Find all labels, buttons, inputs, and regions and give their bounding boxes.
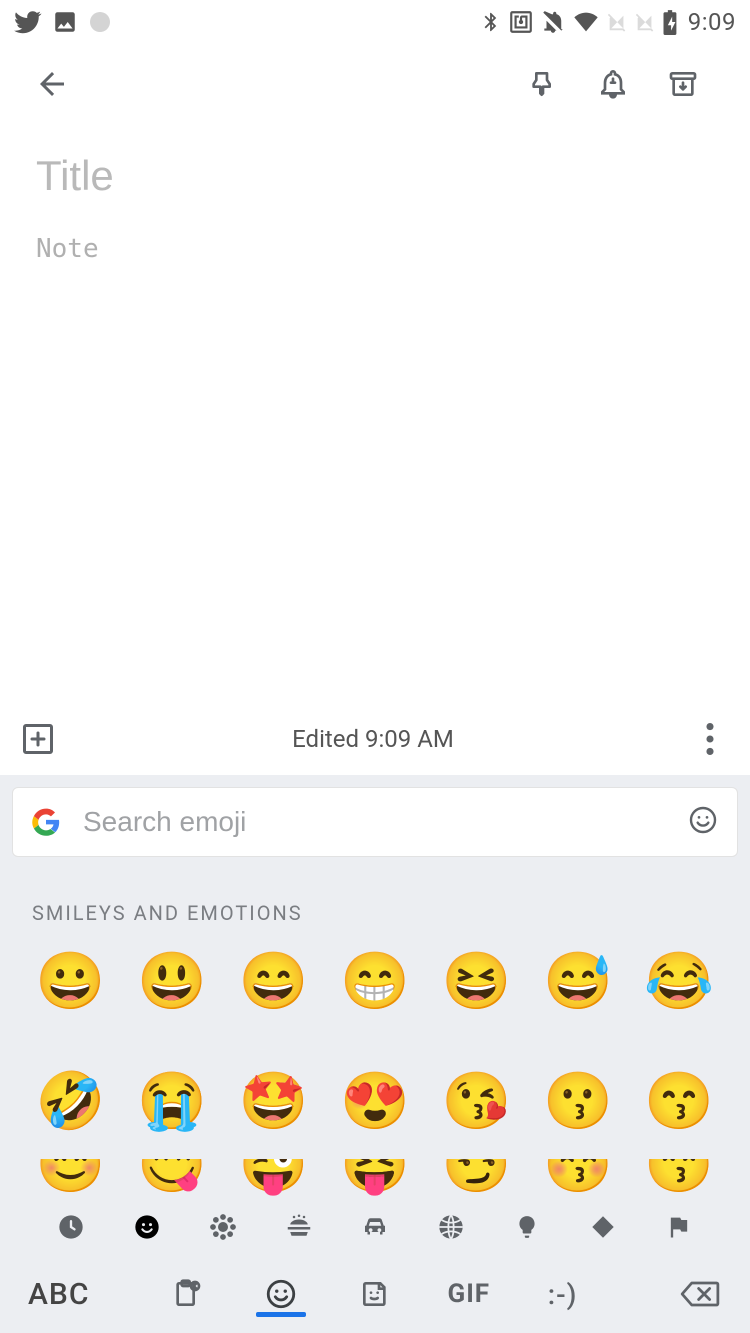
edited-timestamp: Edited 9:09 AM [56,725,690,753]
emoji[interactable]: 😍 [324,1063,425,1139]
emoji[interactable]: 😙 [629,1063,730,1139]
wifi-icon [572,10,600,34]
emoji-search-input[interactable] [83,806,687,838]
emoji[interactable]: 😗 [527,1063,628,1139]
emoji-category-strip [0,1199,750,1255]
note-input[interactable] [36,234,714,264]
emoji[interactable]: 🤣 [20,1063,121,1139]
category-food-icon[interactable] [279,1212,319,1242]
emoji[interactable]: 😊 [20,1159,121,1199]
category-travel-icon[interactable] [355,1212,395,1242]
emoji[interactable]: 😃 [121,943,222,1019]
category-objects-icon[interactable] [507,1212,547,1242]
no-sim-2-icon [634,9,656,35]
emoji[interactable]: 😏 [426,1159,527,1199]
emoji[interactable]: 😜 [223,1159,324,1199]
emoji[interactable]: 😀 [20,943,121,1019]
category-symbols-icon[interactable] [583,1214,623,1240]
twitter-icon [14,8,42,36]
note-editor [0,124,750,711]
mode-gif-button[interactable]: GIF [422,1279,516,1309]
editor-bottom-bar: Edited 9:09 AM [0,711,750,775]
emoji[interactable]: 😘 [426,1063,527,1139]
pin-button[interactable] [508,68,578,100]
emoji[interactable]: 😝 [324,1159,425,1199]
emoji-happy-icon[interactable] [687,804,719,840]
title-input[interactable] [36,152,714,200]
backspace-button[interactable] [609,1276,722,1312]
status-bar: 9:09 [0,0,750,44]
emoji-keyboard: SMILEYS AND EMOTIONS 😀 😃 😄 😁 😆 😅 😂 🤣 😭 🤩… [0,775,750,1333]
category-recent-icon[interactable] [51,1213,91,1241]
mode-emoticon-button[interactable]: :-) [516,1278,610,1311]
emoji[interactable]: 🤩 [223,1063,324,1139]
mode-sticker-button[interactable] [328,1278,422,1310]
emoji-category-header: SMILEYS AND EMOTIONS [0,857,750,943]
emoji[interactable]: 😭 [121,1063,222,1139]
mode-emoji-button[interactable] [234,1277,328,1311]
emoji[interactable]: 😄 [223,943,324,1019]
emoji[interactable]: 😁 [324,943,425,1019]
emoji[interactable]: 😆 [426,943,527,1019]
mode-clipboard-button[interactable] [141,1278,235,1310]
app-bar [0,44,750,124]
add-button[interactable] [20,721,56,757]
battery-charging-icon [662,9,678,35]
no-sim-icon [606,9,628,35]
category-activities-icon[interactable] [431,1213,471,1241]
emoji[interactable]: 😚 [527,1159,628,1199]
status-time: 9:09 [688,8,736,36]
category-nature-icon[interactable] [203,1212,243,1242]
do-not-disturb-icon [540,9,566,35]
keyboard-mode-strip: ABC GIF :-) [0,1255,750,1333]
category-smileys-icon[interactable] [127,1213,167,1241]
reminder-button[interactable] [578,68,648,100]
app-notification-icon [88,10,112,34]
emoji-search-box[interactable] [12,787,738,857]
overflow-menu-button[interactable] [690,723,730,755]
emoji[interactable]: 😅 [527,943,628,1019]
photos-icon [52,9,78,35]
emoji[interactable]: 😋 [121,1159,222,1199]
bluetooth-icon [480,9,502,35]
archive-button[interactable] [648,68,718,100]
category-flags-icon[interactable] [659,1213,699,1241]
emoji-grid: 😀 😃 😄 😁 😆 😅 😂 🤣 😭 🤩 😍 😘 😗 😙 [0,943,750,1159]
mode-abc-button[interactable]: ABC [28,1277,141,1312]
emoji[interactable]: 😙 [629,1159,730,1199]
emoji[interactable]: 😂 [629,943,730,1019]
nfc-icon [508,9,534,35]
back-button[interactable] [34,66,70,102]
google-icon [31,807,61,837]
